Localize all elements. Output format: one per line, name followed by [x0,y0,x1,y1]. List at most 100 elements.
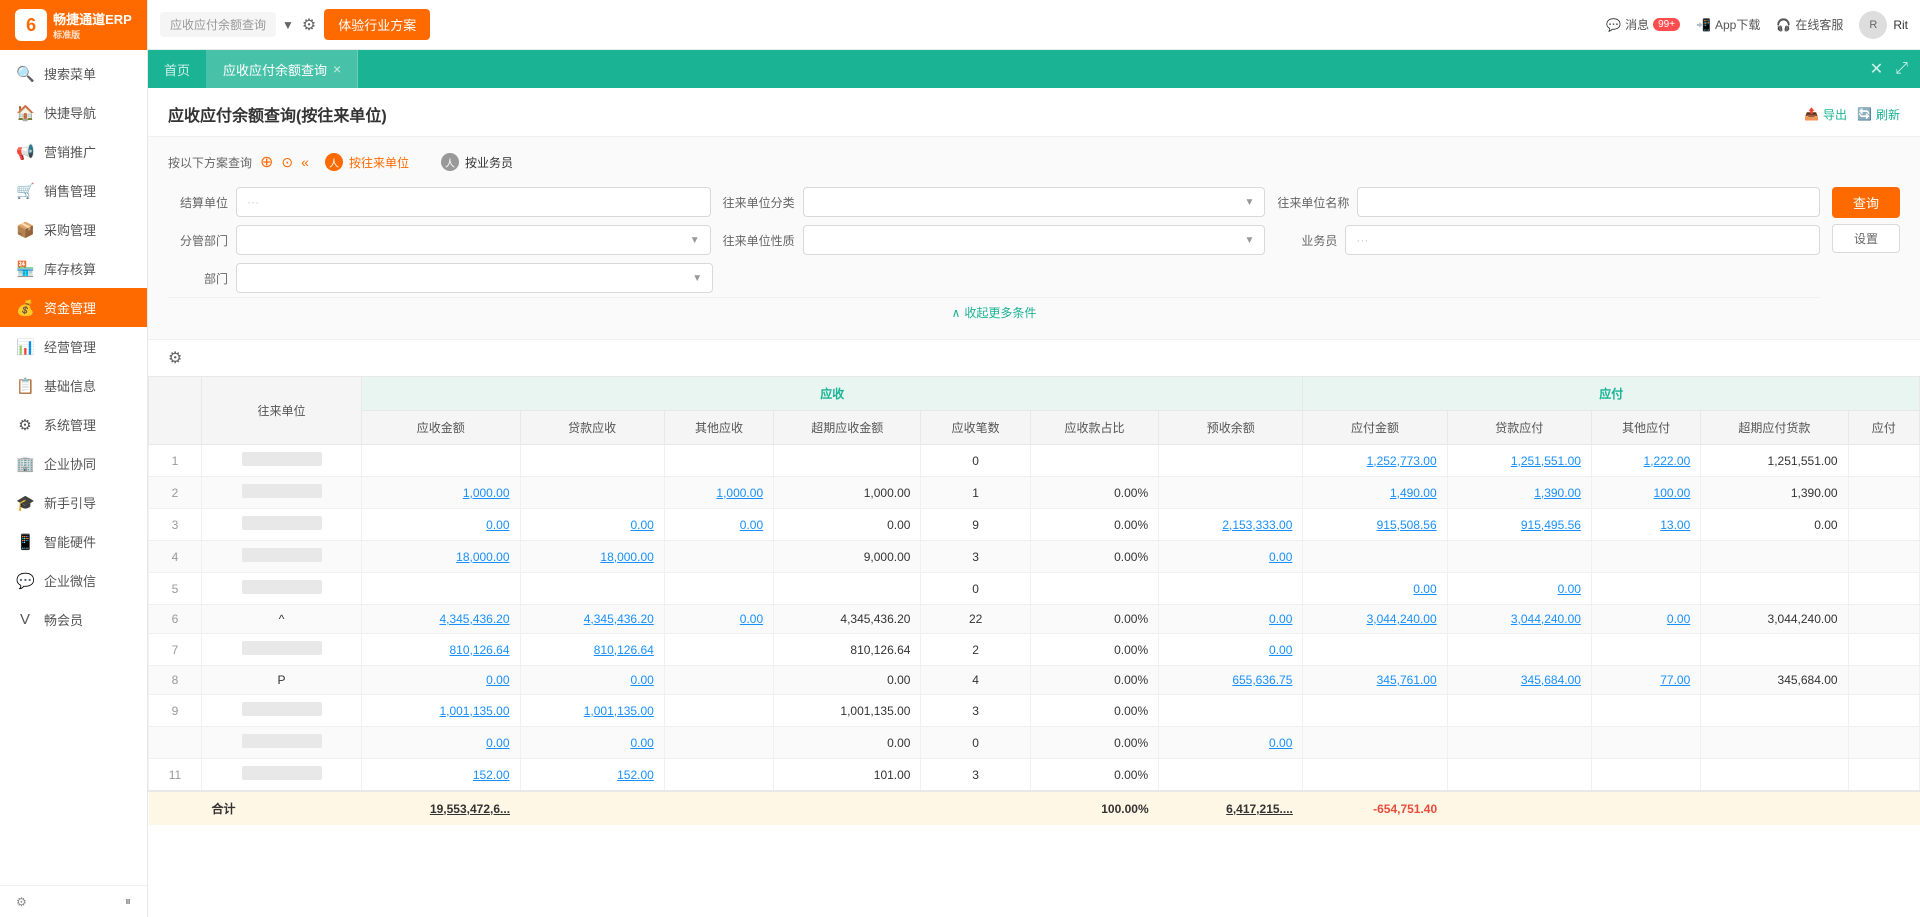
table-cell[interactable]: 0.00 [520,509,664,541]
sidebar-item-hardware[interactable]: 📱 智能硬件 [0,522,147,561]
export-btn[interactable]: 📤 导出 [1804,106,1847,123]
sidebar-item-guide[interactable]: 🎓 新手引导 [0,483,147,522]
table-cell[interactable]: 0.00 [520,727,664,759]
table-cell[interactable]: 915,508.56 [1303,509,1447,541]
filter-add-btn[interactable]: ⊕ [260,152,273,172]
user-menu[interactable]: R Rit [1859,11,1908,39]
sidebar-item-basic[interactable]: 📋 基础信息 [0,366,147,405]
sidebar-item-inventory[interactable]: 🏪 库存核算 [0,249,147,288]
table-cell[interactable]: 0.00 [1447,573,1591,605]
table-cell[interactable]: 18,000.00 [362,541,521,573]
filter-collapse-btn[interactable]: « [301,154,309,170]
col-partner: 往来单位 [202,377,362,445]
table-cell[interactable]: 1,001,135.00 [520,695,664,727]
table-cell[interactable]: 0.00 [362,727,521,759]
table-cell[interactable]: 0.00 [1159,605,1303,634]
table-cell[interactable]: 345,684.00 [1447,666,1591,695]
table-cell[interactable]: 77.00 [1591,666,1700,695]
sidebar-item-search[interactable]: 🔍 搜索菜单 [0,54,147,93]
app-download-btn[interactable]: 📲 App下载 [1696,16,1760,33]
refresh-btn[interactable]: 🔄 刷新 [1857,106,1900,123]
table-cell[interactable]: 0.00 [1159,727,1303,759]
settings-btn[interactable]: 设置 [1832,224,1900,253]
table-cell[interactable]: 0.00 [362,509,521,541]
table-cell[interactable]: 0.00 [1159,634,1303,666]
footer-ar-amount[interactable]: 19,553,472,6... [362,791,521,825]
header-nav: 应收应付余额查询 ▼ [160,12,294,37]
table-cell[interactable]: 1,490.00 [1303,477,1447,509]
tabbar-expand-icon[interactable]: ⤢ [1895,60,1908,78]
table-cell[interactable]: 0.00 [1159,541,1303,573]
salesman-input[interactable]: ··· [1345,225,1820,255]
table-cell[interactable]: 1,001,135.00 [362,695,521,727]
online-service-btn[interactable]: 🎧 在线客服 [1776,16,1843,33]
filter-field-partner-nature: 往来单位性质 ▼ [723,225,1266,255]
sidebar-item-wechat[interactable]: 💬 企业微信 [0,561,147,600]
sidebar-settings-btn[interactable]: ⚙ [16,895,27,909]
tabbar-close-icon[interactable]: ✕ [1870,59,1883,79]
table-cell[interactable]: 655,636.75 [1159,666,1303,695]
table-cell[interactable]: 152.00 [362,759,521,792]
table-cell[interactable]: 915,495.56 [1447,509,1591,541]
table-cell[interactable]: 0.00 [664,605,773,634]
table-cell [1701,727,1848,759]
table-cell[interactable]: 18,000.00 [520,541,664,573]
table-cell[interactable]: 0.00 [664,509,773,541]
collapse-more-btn[interactable]: ∧ 收起更多条件 [168,297,1820,327]
sidebar-item-purchase[interactable]: 📦 采购管理 [0,210,147,249]
partner-category-input[interactable]: ▼ [803,187,1266,217]
sidebar-item-marketing[interactable]: 📢 营销推广 [0,132,147,171]
sidebar-item-system[interactable]: ⚙ 系统管理 [0,405,147,444]
table-cell: 1,001,135.00 [774,695,921,727]
sidebar-item-finance[interactable]: 💰 资金管理 [0,288,147,327]
dept-input[interactable]: ▼ [236,225,711,255]
table-cell[interactable]: 1,000.00 [362,477,521,509]
table-cell[interactable]: 810,126.64 [520,634,664,666]
filter-method-salesman[interactable]: 人 按业务员 [433,149,521,175]
breadcrumb-dropdown[interactable]: ▼ [282,18,294,32]
table-cell[interactable]: 13.00 [1591,509,1700,541]
table-cell[interactable]: 152.00 [520,759,664,792]
header-gear-icon[interactable]: ⚙ [302,15,316,35]
tab-home[interactable]: 首页 [148,50,207,88]
sidebar-item-operations[interactable]: 📊 经营管理 [0,327,147,366]
table-cell: 3,044,240.00 [1701,605,1848,634]
settlement-input[interactable]: ··· [236,187,711,217]
table-cell[interactable]: 0.00 [520,666,664,695]
table-cell[interactable]: 1,251,551.00 [1447,445,1591,477]
table-cell[interactable]: 1,252,773.00 [1303,445,1447,477]
tab-close-icon[interactable]: × [333,61,341,77]
table-cell[interactable]: 0.00 [362,666,521,695]
sidebar-bottom: ⚙ ⏸ [0,885,147,917]
messages-btn[interactable]: 💬 消息 99+ [1606,16,1680,33]
table-cell [1303,634,1447,666]
table-cell[interactable]: 100.00 [1591,477,1700,509]
partner-name-input[interactable] [1357,187,1820,217]
table-cell[interactable]: 2,153,333.00 [1159,509,1303,541]
table-cell[interactable]: 1,390.00 [1447,477,1591,509]
sidebar-item-corp[interactable]: 🏢 企业协同 [0,444,147,483]
department-input[interactable]: ▼ [236,263,713,293]
table-cell[interactable]: 4,345,436.20 [520,605,664,634]
table-cell[interactable]: 3,044,240.00 [1303,605,1447,634]
query-btn[interactable]: 查询 [1832,187,1900,218]
sidebar-item-quicknav[interactable]: 🏠 快捷导航 [0,93,147,132]
table-cell[interactable]: 0.00 [1303,573,1447,605]
filter-method-partner[interactable]: 人 按往来单位 [317,149,417,175]
trial-btn[interactable]: 体验行业方案 [324,9,430,40]
filter-settings-icon[interactable]: ⊙ [281,154,293,171]
sidebar-collapse-btn[interactable]: ⏸ [125,894,131,909]
tab-ar-query[interactable]: 应收应付余额查询 × [207,50,358,88]
table-cell[interactable]: 1,000.00 [664,477,773,509]
footer-ar-prepaid[interactable]: 6,417,215.... [1159,791,1303,825]
table-cell[interactable]: 0.00 [1591,605,1700,634]
table-cell[interactable]: 3,044,240.00 [1447,605,1591,634]
table-cell[interactable]: 1,222.00 [1591,445,1700,477]
table-cell[interactable]: 810,126.64 [362,634,521,666]
table-cell[interactable]: 345,761.00 [1303,666,1447,695]
sidebar-item-sales[interactable]: 🛒 销售管理 [0,171,147,210]
sidebar-item-member[interactable]: V 畅会员 [0,600,147,639]
partner-nature-input[interactable]: ▼ [803,225,1266,255]
table-cell[interactable]: 4,345,436.20 [362,605,521,634]
table-config-icon[interactable]: ⚙ [168,348,182,368]
